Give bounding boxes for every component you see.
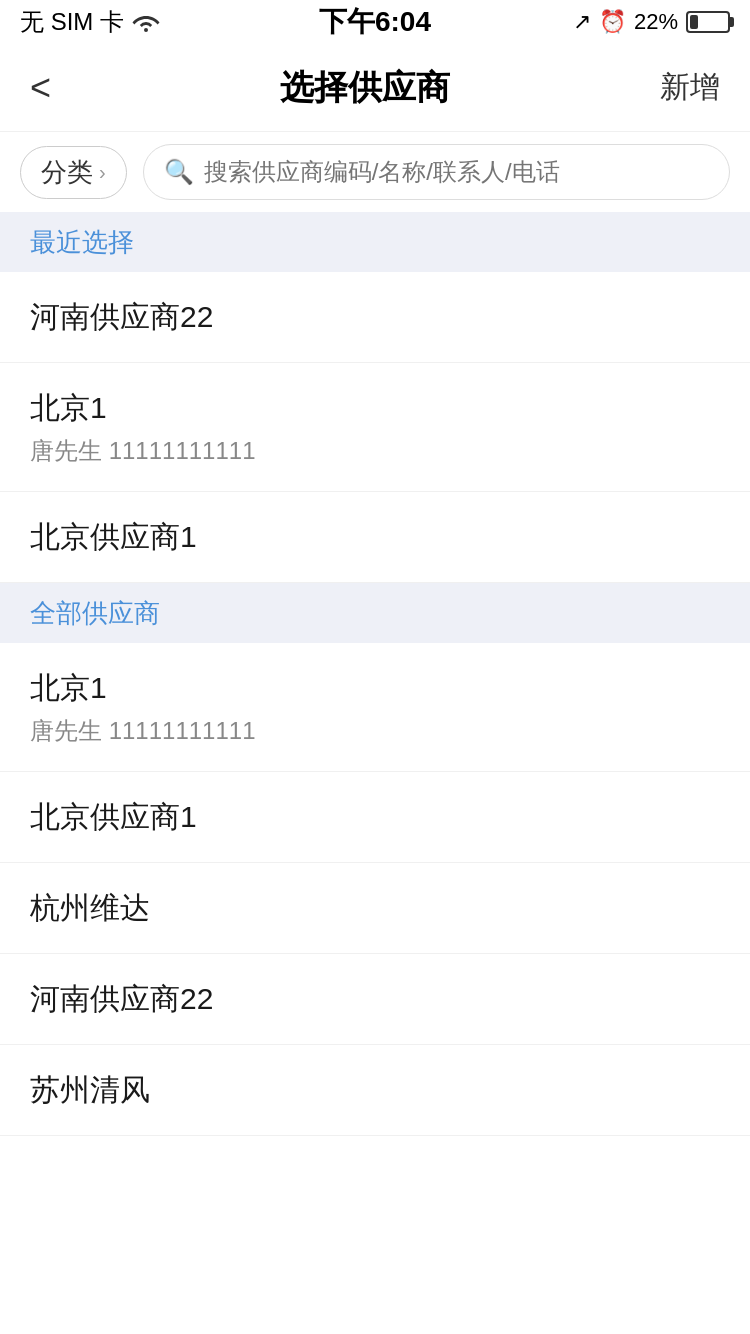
- page-title: 选择供应商: [280, 65, 450, 111]
- list-item[interactable]: 苏州清风: [0, 1045, 750, 1136]
- item-name: 河南供应商22: [30, 296, 720, 338]
- list-item[interactable]: 河南供应商22: [0, 954, 750, 1045]
- search-input[interactable]: [204, 158, 709, 186]
- item-name: 杭州维达: [30, 887, 720, 929]
- item-sub: 唐先生 11111111111: [30, 715, 720, 747]
- item-name: 河南供应商22: [30, 978, 720, 1020]
- list-item[interactable]: 北京供应商1: [0, 492, 750, 583]
- list-item[interactable]: 河南供应商22: [0, 272, 750, 363]
- search-icon: 🔍: [164, 158, 194, 186]
- recent-list: 河南供应商22 北京1 唐先生 11111111111 北京供应商1: [0, 272, 750, 583]
- status-carrier: 无 SIM 卡: [20, 6, 160, 38]
- search-box[interactable]: 🔍: [143, 144, 730, 200]
- status-time: 下午6:04: [319, 3, 431, 41]
- recent-section-header: 最近选择: [0, 212, 750, 272]
- all-section-label: 全部供应商: [30, 596, 160, 631]
- list-item[interactable]: 北京1 唐先生 11111111111: [0, 643, 750, 772]
- battery-text: 22%: [634, 9, 678, 35]
- battery-icon: [686, 11, 730, 33]
- category-button[interactable]: 分类 ›: [20, 146, 127, 199]
- item-name: 北京供应商1: [30, 796, 720, 838]
- alarm-icon: ⏰: [599, 9, 626, 35]
- recent-section-label: 最近选择: [30, 225, 134, 260]
- back-button[interactable]: <: [30, 67, 90, 109]
- filter-bar: 分类 › 🔍: [0, 132, 750, 212]
- all-section-header: 全部供应商: [0, 583, 750, 643]
- chevron-right-icon: ›: [99, 161, 106, 184]
- item-name: 北京1: [30, 667, 720, 709]
- list-item[interactable]: 北京供应商1: [0, 772, 750, 863]
- nav-bar: < 选择供应商 新增: [0, 44, 750, 132]
- item-name: 北京1: [30, 387, 720, 429]
- item-sub: 唐先生 11111111111: [30, 435, 720, 467]
- list-item[interactable]: 杭州维达: [0, 863, 750, 954]
- status-bar: 无 SIM 卡 下午6:04 ↗ ⏰ 22%: [0, 0, 750, 44]
- item-name: 北京供应商1: [30, 516, 720, 558]
- status-right: ↗ ⏰ 22%: [573, 9, 730, 35]
- location-icon: ↗: [573, 9, 591, 35]
- wifi-icon: [132, 12, 160, 32]
- add-button[interactable]: 新增: [640, 67, 720, 108]
- item-name: 苏州清风: [30, 1069, 720, 1111]
- all-list: 北京1 唐先生 11111111111 北京供应商1 杭州维达河南供应商22 苏州清风: [0, 643, 750, 1136]
- category-label: 分类: [41, 155, 93, 190]
- list-item[interactable]: 北京1 唐先生 11111111111: [0, 363, 750, 492]
